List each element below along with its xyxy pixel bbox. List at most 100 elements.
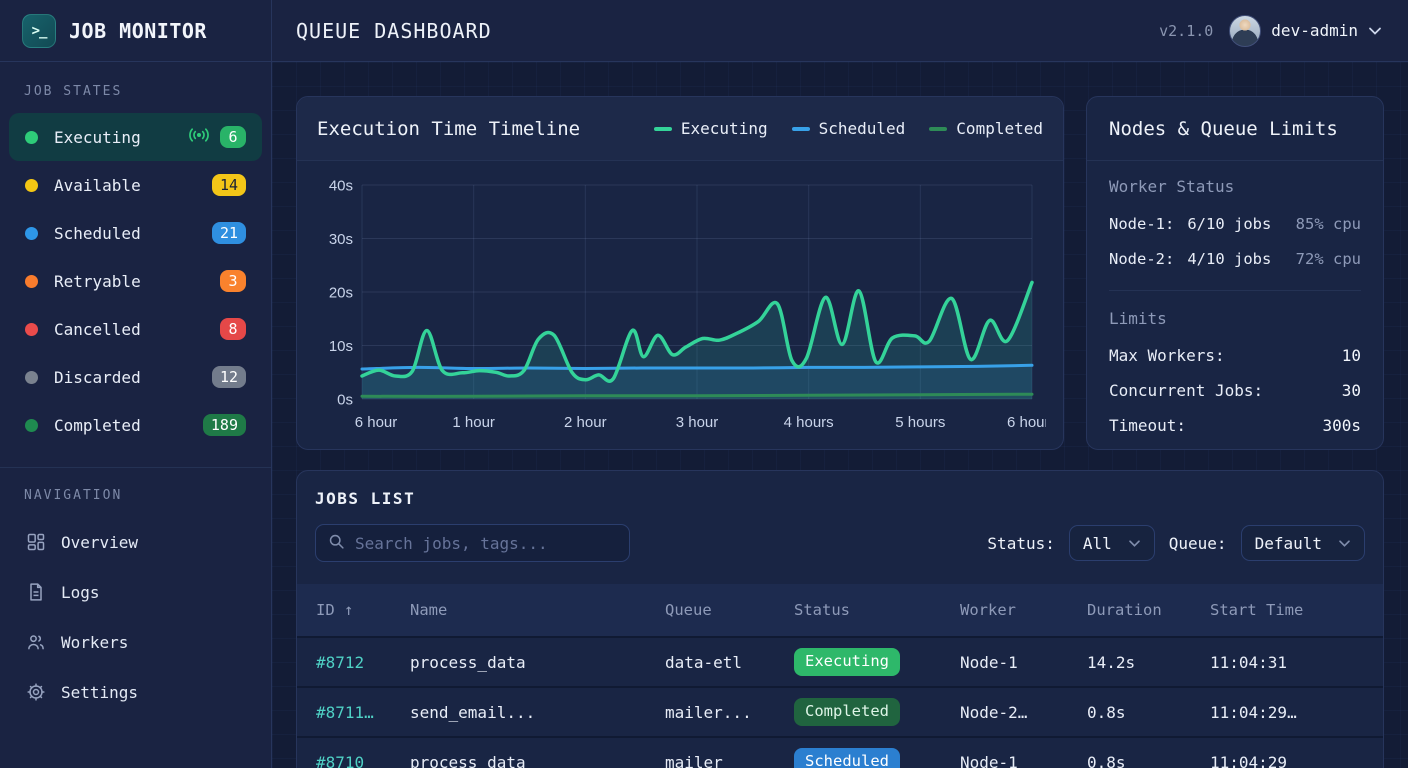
state-label: Discarded <box>54 367 141 387</box>
limits-section: Limits Max Workers: 10 Concurrent Jobs: … <box>1087 293 1383 449</box>
sidebar-item-cancelled[interactable]: Cancelled 8 <box>9 305 262 353</box>
top-header: >_ JOB MONITOR QUEUE DASHBOARD v2.1.0 de… <box>0 0 1408 62</box>
column-header-queue[interactable]: Queue <box>665 601 794 619</box>
status-badge: Completed <box>794 698 900 726</box>
nav-label: Logs <box>61 582 100 602</box>
status-dot <box>25 178 38 192</box>
chevron-down-icon <box>1338 539 1351 548</box>
job-queue: mailer... <box>665 702 752 722</box>
column-header-id[interactable]: ID ↑ <box>297 601 410 619</box>
chevron-down-icon <box>1368 26 1382 36</box>
search-icon <box>328 533 345 554</box>
chevron-down-icon <box>1128 539 1141 548</box>
limit-label: Concurrent Jobs: <box>1109 381 1264 400</box>
version-label: v2.1.0 <box>1159 21 1214 40</box>
header-main: QUEUE DASHBOARD v2.1.0 dev-admin <box>272 0 1408 61</box>
count-badge: 14 <box>211 174 246 196</box>
state-label: Retryable <box>54 271 141 291</box>
jobs-controls: Status: All Queue: Default <box>315 524 1365 562</box>
users-icon <box>26 632 46 652</box>
column-header-status[interactable]: Status <box>794 601 960 619</box>
state-label: Completed <box>54 415 141 435</box>
sidebar-item-workers[interactable]: Workers <box>0 617 271 667</box>
concurrent-jobs-row: Concurrent Jobs: 30 <box>1109 373 1361 408</box>
timeline-title: Execution Time Timeline <box>317 117 581 140</box>
column-header-duration[interactable]: Duration <box>1087 601 1210 619</box>
status-dot <box>25 130 38 144</box>
table-row[interactable]: #8712 process_data data-etl Executing No… <box>297 636 1383 686</box>
table-row[interactable]: #8710 process_data mailer Scheduled Node… <box>297 736 1383 768</box>
column-header-name[interactable]: Name <box>410 601 665 619</box>
user-menu[interactable]: dev-admin <box>1229 14 1382 47</box>
worker-status-header: Worker Status <box>1109 177 1235 196</box>
sidebar-item-available[interactable]: Available 14 <box>9 161 262 209</box>
column-header-start-time[interactable]: Start Time <box>1210 601 1383 619</box>
main-content: Execution Time Timeline Executing Schedu… <box>272 62 1408 768</box>
legend-item-scheduled: Scheduled <box>791 119 905 138</box>
node-cpu: 85% cpu <box>1295 214 1361 233</box>
navigation-header: NAVIGATION <box>24 488 123 503</box>
job-duration: 0.8s <box>1087 702 1126 722</box>
status-filter-select[interactable]: All <box>1068 525 1155 561</box>
brand-area: >_ JOB MONITOR <box>0 0 272 61</box>
status-dot <box>25 226 38 240</box>
column-header-worker[interactable]: Worker <box>960 601 1087 619</box>
document-icon <box>26 582 46 602</box>
timeout-row: Timeout: 300s <box>1109 408 1361 443</box>
sidebar-item-settings[interactable]: Settings <box>0 667 271 717</box>
job-id-link[interactable]: #8712 <box>297 653 410 672</box>
job-worker: Node-2… <box>960 702 1028 722</box>
limit-value: 300s <box>1322 416 1361 435</box>
timeline-chart-svg: 0s 10s 20s 30s 40s 6 hour 1 hour 2 hour 3 hour 4 … <box>329 177 1046 431</box>
sidebar-item-retryable[interactable]: Retryable 3 <box>9 257 262 305</box>
search-input[interactable] <box>355 533 617 553</box>
job-queue: data-etl <box>665 652 743 672</box>
status-filter-label: Status: <box>987 533 1055 553</box>
nodes-card-divider <box>1109 290 1361 291</box>
sidebar-item-overview[interactable]: Overview <box>0 517 271 567</box>
job-id-link[interactable]: #8710 <box>297 753 410 768</box>
state-label: Scheduled <box>54 223 141 243</box>
status-badge: Executing <box>794 648 900 676</box>
sidebar-item-executing[interactable]: Executing 6 <box>9 113 262 161</box>
avatar[interactable] <box>1229 14 1262 47</box>
job-name: process_data <box>410 652 526 672</box>
terminal-icon: >_ <box>22 13 56 48</box>
legend-swatch <box>929 126 948 131</box>
state-label: Available <box>54 175 141 195</box>
node-label: Node-2: <box>1109 249 1175 268</box>
sidebar-item-logs[interactable]: Logs <box>0 567 271 617</box>
svg-text:5 hours: 5 hours <box>895 414 945 431</box>
count-badge: 189 <box>202 414 246 436</box>
node-cpu: 72% cpu <box>1295 249 1361 268</box>
count-badge: 8 <box>220 318 246 340</box>
state-label: Executing <box>54 127 141 147</box>
limits-header: Limits <box>1109 309 1167 328</box>
worker-status-section: Worker Status Node-1: 6/10 jobs 85% cpu … <box>1087 161 1383 288</box>
page-title: QUEUE DASHBOARD <box>296 18 492 43</box>
svg-text:40s: 40s <box>329 177 353 194</box>
sidebar-item-scheduled[interactable]: Scheduled 21 <box>9 209 262 257</box>
search-box[interactable] <box>315 524 630 562</box>
gear-icon <box>26 682 46 702</box>
job-name: send_email... <box>410 702 536 722</box>
limit-value: 10 <box>1341 346 1361 365</box>
sidebar-item-discarded[interactable]: Discarded 12 <box>9 353 262 401</box>
status-dot <box>25 370 38 384</box>
queue-filter-select[interactable]: Default <box>1240 525 1365 561</box>
node-jobs: 6/10 jobs <box>1187 214 1272 233</box>
job-start-time: 11:04:29 <box>1210 752 1288 768</box>
timeline-card: Execution Time Timeline Executing Schedu… <box>296 96 1064 450</box>
queue-filter-label: Queue: <box>1168 533 1227 553</box>
legend-item-completed: Completed <box>929 119 1043 138</box>
filter-controls: Status: All Queue: Default <box>987 525 1365 561</box>
job-worker: Node-1 <box>960 652 1018 672</box>
svg-text:6 hour: 6 hour <box>355 414 398 431</box>
limit-label: Timeout: <box>1109 416 1187 435</box>
max-workers-row: Max Workers: 10 <box>1109 338 1361 373</box>
sidebar-item-completed[interactable]: Completed 189 <box>9 401 262 449</box>
count-badge: 6 <box>220 126 246 148</box>
table-row[interactable]: #8711… send_email... mailer... Completed… <box>297 686 1383 736</box>
sidebar: JOB STATES Executing 6 Available 14 Sche… <box>0 62 272 768</box>
job-id-link[interactable]: #8711… <box>297 703 410 722</box>
